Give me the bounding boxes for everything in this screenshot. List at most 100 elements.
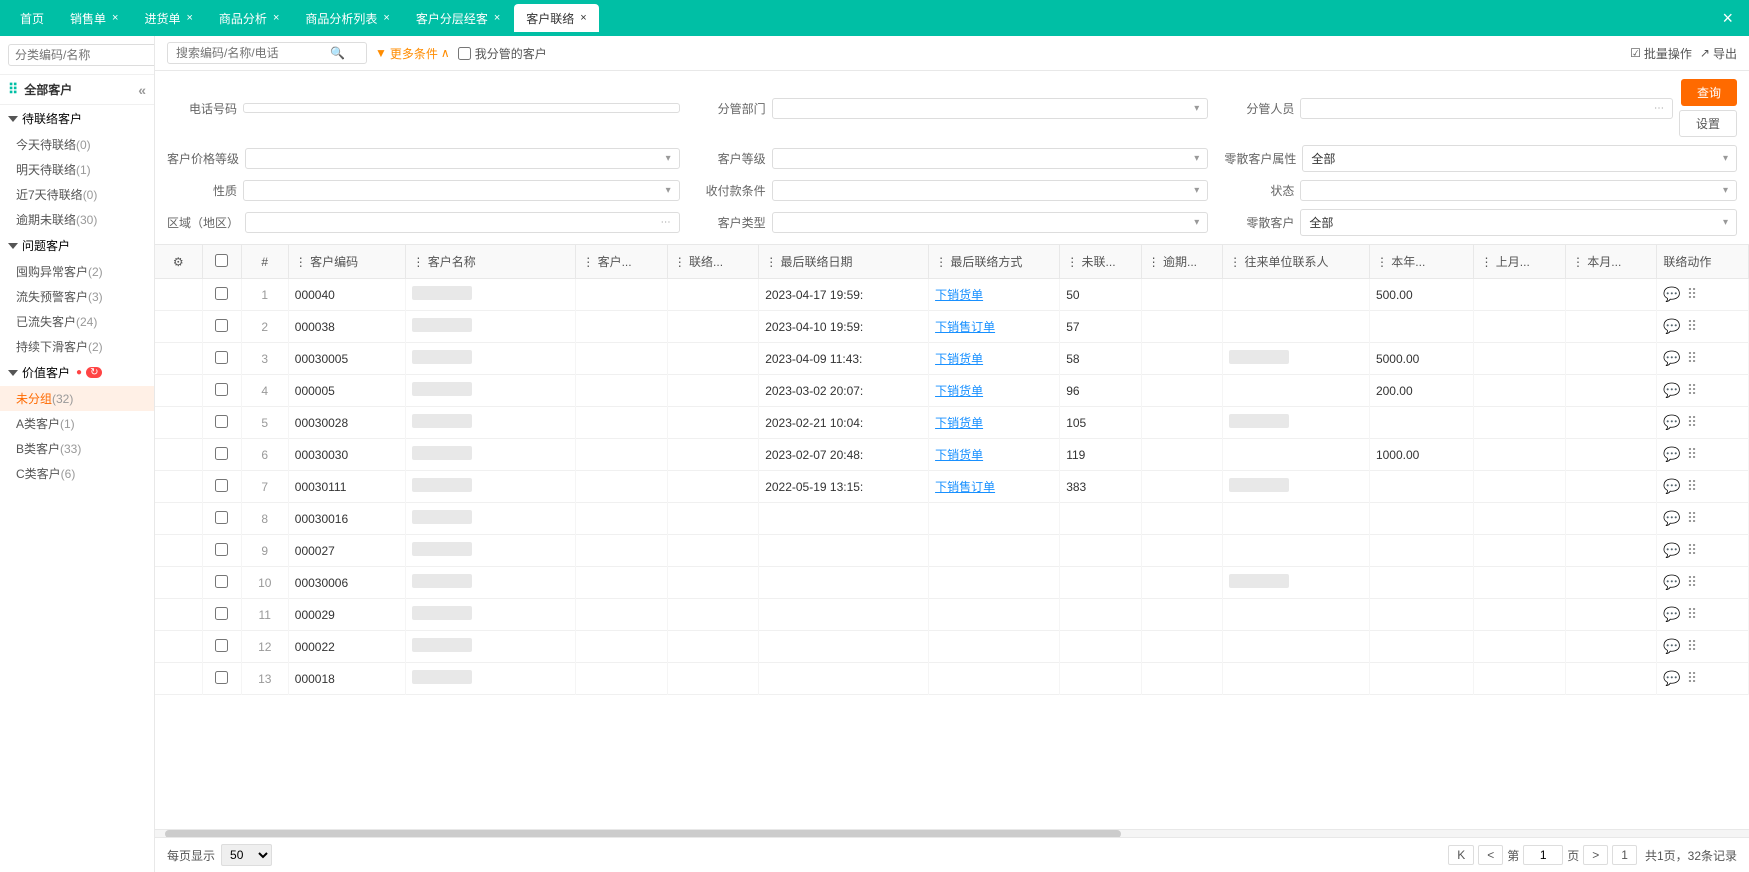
row-last-way[interactable]: [929, 567, 1060, 599]
action-grid-icon[interactable]: ⠿: [1687, 638, 1697, 655]
tab-product-analysis[interactable]: 商品分析 ×: [207, 4, 291, 32]
sidebar-item-declining[interactable]: 持续下滑客户(2): [0, 334, 154, 359]
reset-button[interactable]: 设置: [1679, 110, 1737, 137]
filter-input-payment[interactable]: ▾: [772, 180, 1209, 201]
sidebar-all-customers[interactable]: ⠿ 全部客户 «: [0, 75, 154, 105]
tab-product-analysis-close[interactable]: ×: [273, 12, 279, 24]
row-checkbox[interactable]: [215, 287, 228, 300]
filter-input-nature[interactable]: ▾: [243, 180, 680, 201]
col-contacts-header[interactable]: ⋮ 往来单位联系人: [1223, 245, 1370, 279]
row-last-way-link[interactable]: 下销货单: [935, 448, 983, 462]
row-checkbox[interactable]: [215, 447, 228, 460]
filter-more-conditions[interactable]: ▼ 更多条件 ∧: [375, 45, 450, 62]
filter-input-cust-type[interactable]: ▾: [772, 212, 1209, 233]
prev-page-button[interactable]: <: [1478, 845, 1503, 865]
row-last-way[interactable]: 下销售订单: [929, 471, 1060, 503]
query-button[interactable]: 查询: [1681, 79, 1737, 106]
sidebar-item-7days-pending[interactable]: 近7天待联络(0): [0, 182, 154, 207]
tab-customer-contact-close[interactable]: ×: [580, 12, 586, 24]
row-last-way-link[interactable]: 下销货单: [935, 288, 983, 302]
filter-input-price-level[interactable]: ▾: [245, 148, 680, 169]
row-checkbox[interactable]: [215, 351, 228, 364]
row-last-way-link[interactable]: 下销货单: [935, 384, 983, 398]
row-checkbox[interactable]: [215, 479, 228, 492]
sidebar-item-abnormal[interactable]: 囤购异常客户(2): [0, 259, 154, 284]
page-input[interactable]: [1523, 845, 1563, 865]
tab-sales-close[interactable]: ×: [112, 12, 118, 24]
export-button[interactable]: ↗ 导出: [1700, 45, 1737, 62]
col-last-way-header[interactable]: ⋮ 最后联络方式: [929, 245, 1060, 279]
filter-input-manager[interactable]: ⋯: [1300, 98, 1673, 119]
filter-search-icon[interactable]: 🔍: [330, 46, 345, 60]
row-last-way-link[interactable]: 下销售订单: [935, 480, 995, 494]
tab-product-analysis-list-close[interactable]: ×: [383, 12, 389, 24]
row-last-way[interactable]: 下销货单: [929, 279, 1060, 311]
row-last-way[interactable]: [929, 599, 1060, 631]
tab-sales[interactable]: 销售单 ×: [58, 4, 130, 32]
sidebar-item-overdue-unlinked[interactable]: 逾期未联络(30): [0, 207, 154, 232]
tab-customer-segment[interactable]: 客户分层经客 ×: [404, 4, 512, 32]
action-grid-icon[interactable]: ⠿: [1687, 286, 1697, 303]
sidebar-group-value[interactable]: 价值客户 ● ↻: [0, 359, 154, 386]
scrollbar-thumb[interactable]: [165, 830, 1121, 837]
action-chat-icon[interactable]: 💬: [1663, 382, 1680, 399]
row-checkbox[interactable]: [215, 383, 228, 396]
action-chat-icon[interactable]: 💬: [1663, 478, 1680, 495]
my-customers-check-input[interactable]: [458, 47, 471, 60]
row-last-way-link[interactable]: 下销货单: [935, 416, 983, 430]
horizontal-scrollbar[interactable]: [155, 829, 1749, 837]
filter-input-scatter-attr[interactable]: 全部 ▾: [1302, 145, 1737, 172]
action-grid-icon[interactable]: ⠿: [1687, 318, 1697, 335]
row-last-way[interactable]: 下销货单: [929, 343, 1060, 375]
action-grid-icon[interactable]: ⠿: [1687, 414, 1697, 431]
action-grid-icon[interactable]: ⠿: [1687, 574, 1697, 591]
tab-purchase-close[interactable]: ×: [186, 12, 192, 24]
action-grid-icon[interactable]: ⠿: [1687, 670, 1697, 687]
row-last-way[interactable]: 下销售订单: [929, 311, 1060, 343]
sidebar-item-class-b[interactable]: B类客户(33): [0, 436, 154, 461]
tab-customer-segment-close[interactable]: ×: [494, 12, 500, 24]
row-last-way[interactable]: [929, 631, 1060, 663]
row-last-way[interactable]: 下销货单: [929, 439, 1060, 471]
action-chat-icon[interactable]: 💬: [1663, 318, 1680, 335]
col-overdue-header[interactable]: ⋮ 逾期...: [1141, 245, 1222, 279]
col-setting[interactable]: ⚙: [155, 245, 202, 279]
action-chat-icon[interactable]: 💬: [1663, 510, 1680, 527]
sidebar-item-today-pending[interactable]: 今天待联络(0): [0, 132, 154, 157]
col-contact-header[interactable]: ⋮ 联络...: [667, 245, 758, 279]
row-last-way[interactable]: 下销货单: [929, 407, 1060, 439]
action-chat-icon[interactable]: 💬: [1663, 574, 1680, 591]
action-grid-icon[interactable]: ⠿: [1687, 382, 1697, 399]
col-name-header[interactable]: ⋮ 客户名称: [406, 245, 576, 279]
filter-input-cust-level[interactable]: ▾: [772, 148, 1209, 169]
filter-input-region[interactable]: ⋯: [245, 212, 680, 233]
action-grid-icon[interactable]: ⠿: [1687, 478, 1697, 495]
sidebar-item-churned[interactable]: 已流失客户(24): [0, 309, 154, 334]
row-checkbox[interactable]: [215, 511, 228, 524]
col-cust-type-header[interactable]: ⋮ 客户...: [576, 245, 667, 279]
filter-search-input[interactable]: [176, 46, 326, 60]
col-last-date-header[interactable]: ⋮ 最后联络日期: [759, 245, 929, 279]
action-chat-icon[interactable]: 💬: [1663, 638, 1680, 655]
filter-input-status[interactable]: ▾: [1300, 180, 1737, 201]
action-chat-icon[interactable]: 💬: [1663, 446, 1680, 463]
col-thismonth-header[interactable]: ⋮ 本月...: [1565, 245, 1656, 279]
action-grid-icon[interactable]: ⠿: [1687, 510, 1697, 527]
sidebar-item-class-a[interactable]: A类客户(1): [0, 411, 154, 436]
row-checkbox[interactable]: [215, 671, 228, 684]
action-grid-icon[interactable]: ⠿: [1687, 446, 1697, 463]
next-page-button[interactable]: >: [1583, 845, 1608, 865]
tab-purchase[interactable]: 进货单 ×: [132, 4, 204, 32]
row-checkbox[interactable]: [215, 639, 228, 652]
row-last-way[interactable]: [929, 663, 1060, 695]
row-last-way[interactable]: [929, 535, 1060, 567]
col-unlinkdays-header[interactable]: ⋮ 未联...: [1060, 245, 1141, 279]
sidebar-item-tomorrow-pending[interactable]: 明天待联络(1): [0, 157, 154, 182]
tab-product-analysis-list[interactable]: 商品分析列表 ×: [293, 4, 401, 32]
row-last-way-link[interactable]: 下销货单: [935, 352, 983, 366]
row-checkbox[interactable]: [215, 415, 228, 428]
filter-input-phone[interactable]: [243, 103, 680, 113]
row-last-way[interactable]: 下销货单: [929, 375, 1060, 407]
select-all-checkbox[interactable]: [215, 254, 228, 267]
row-last-way-link[interactable]: 下销售订单: [935, 320, 995, 334]
